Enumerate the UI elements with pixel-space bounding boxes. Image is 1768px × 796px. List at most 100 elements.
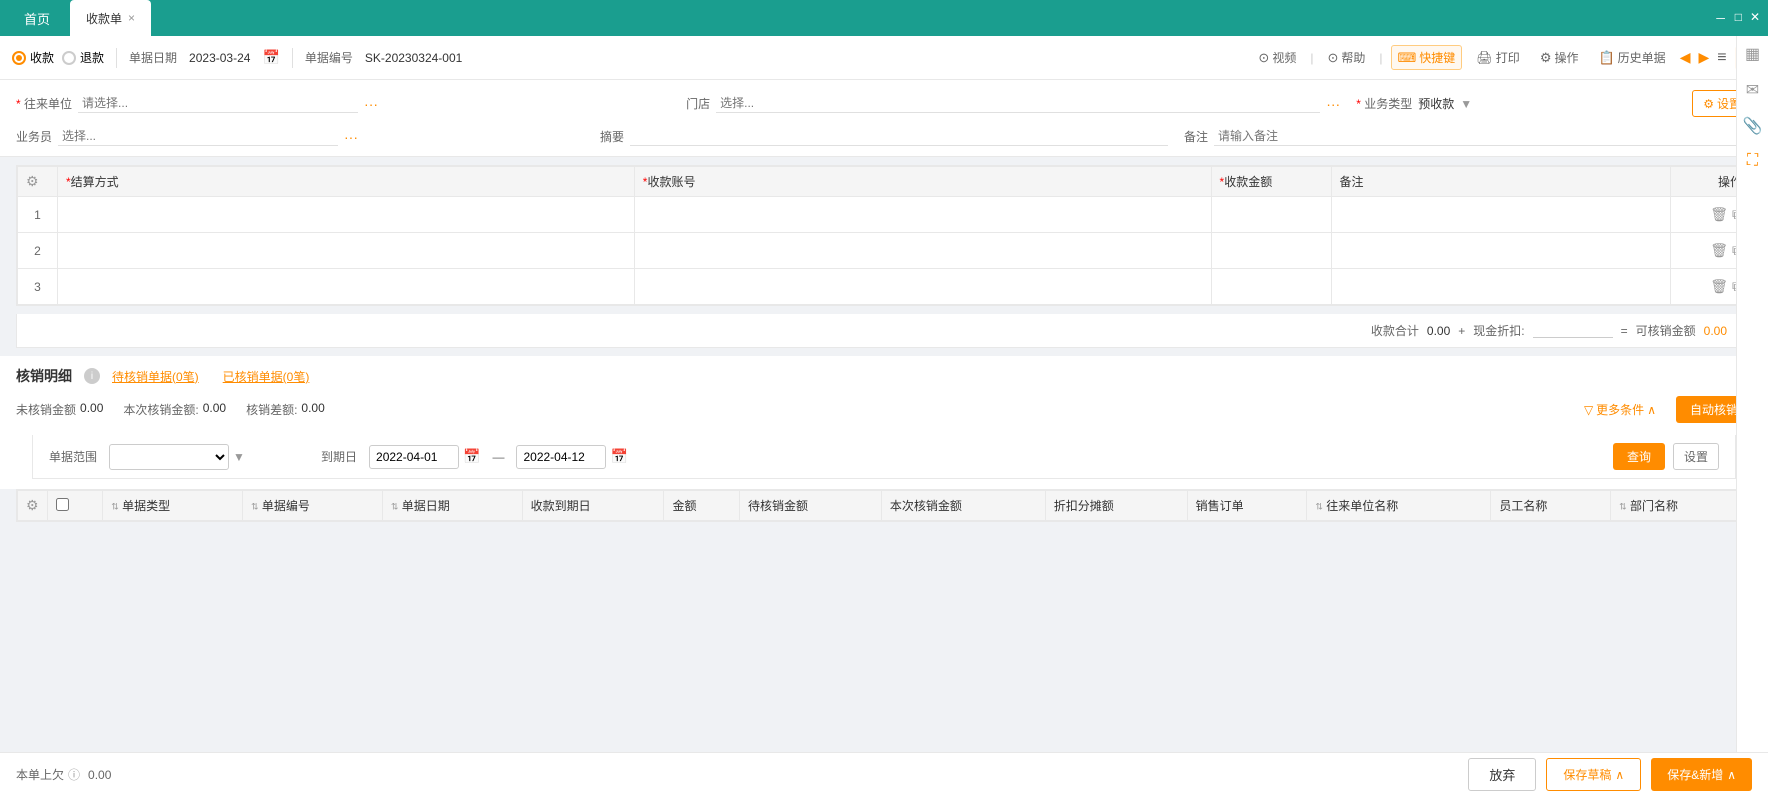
sort-arrows-1: ⇅	[111, 501, 119, 511]
tab-active[interactable]: 收款单 ×	[70, 0, 151, 36]
verify-settings-button[interactable]: 设置	[1673, 443, 1719, 470]
summary-field: 摘要	[600, 127, 1168, 146]
counterparty-more-icon[interactable]: ···	[364, 96, 378, 112]
row-2-delete-icon[interactable]: 🗑	[1710, 242, 1728, 259]
verify-section: 核销明细 i 待核销单据(0笔) 已核销单据(0笔) 未核销金额 0.00 本次…	[0, 356, 1768, 489]
refund-radio[interactable]: 退款	[62, 49, 104, 66]
remark-input[interactable]	[1214, 127, 1752, 146]
date-end-calendar-icon[interactable]: 📅	[610, 448, 627, 465]
staff-input[interactable]	[58, 127, 338, 146]
th-settlement: *结算方式	[58, 167, 635, 197]
remark-label: 备注	[1184, 128, 1208, 145]
diff-label: 核销差额:	[246, 401, 297, 418]
row-1-settlement[interactable]	[58, 197, 635, 233]
row-1-account[interactable]	[634, 197, 1211, 233]
date-end-input[interactable]	[516, 445, 606, 469]
save-new-button[interactable]: 保存&新增 ∧	[1651, 758, 1752, 791]
equals-sign: =	[1621, 324, 1628, 338]
row-1-remark[interactable]	[1331, 197, 1670, 233]
row-3-delete-icon[interactable]: 🗑	[1710, 278, 1728, 295]
operation-icon: ⚙	[1540, 50, 1552, 66]
history-icon: 📋	[1598, 50, 1614, 66]
discount-input[interactable]	[1533, 323, 1613, 338]
discard-button[interactable]: 放弃	[1468, 758, 1536, 791]
sidebar-mail-icon[interactable]: ✉	[1746, 80, 1759, 100]
row-3-settlement[interactable]	[58, 269, 635, 305]
sidebar-table-icon[interactable]: ▦	[1745, 44, 1760, 64]
discount-label: 现金折扣:	[1473, 322, 1524, 339]
pending-tab[interactable]: 待核销单据(0笔)	[112, 368, 199, 385]
th-amount-label: 收款金额	[1224, 175, 1272, 189]
verify-info-icon[interactable]: i	[84, 368, 100, 384]
row-3-account[interactable]	[634, 269, 1211, 305]
table-row: 2 🗑 ⧉	[18, 233, 1751, 269]
minimize-btn[interactable]: －	[1715, 10, 1727, 27]
row-2-remark[interactable]	[1331, 233, 1670, 269]
counterparty-input[interactable]	[78, 94, 358, 113]
save-draft-arrow-icon[interactable]: ∧	[1615, 768, 1624, 782]
form-row-2: 业务员 ··· 摘要 备注	[16, 127, 1752, 146]
date-calendar-icon[interactable]: 📅	[262, 49, 279, 66]
available-label: 可核销金额	[1636, 322, 1696, 339]
sidebar-expand-icon[interactable]: ⛶	[1747, 152, 1758, 170]
section-divider	[0, 348, 1768, 356]
store-more-icon[interactable]: ···	[1326, 96, 1340, 112]
table-gear-icon[interactable]: ⚙	[26, 173, 39, 189]
total-area: 收款合计 0.00 + 现金折扣: = 可核销金额 0.00	[16, 314, 1752, 348]
query-button[interactable]: 查询	[1613, 443, 1665, 470]
row-1-delete-icon[interactable]: 🗑	[1710, 206, 1728, 223]
date-start-input[interactable]	[369, 445, 459, 469]
shortcut-btn[interactable]: ⌨ 快捷键	[1391, 45, 1463, 70]
stat-diff: 核销差额: 0.00	[246, 401, 325, 418]
current-owe-value: 0.00	[88, 768, 111, 782]
store-input[interactable]	[716, 94, 1320, 113]
bottom-table-gear-icon[interactable]: ⚙	[26, 497, 39, 513]
nav-prev-icon[interactable]: ◀	[1680, 49, 1691, 66]
close-btn[interactable]: ✕	[1750, 10, 1760, 27]
business-type-arrow[interactable]: ▼	[1460, 97, 1472, 111]
row-2-account[interactable]	[634, 233, 1211, 269]
th-amount: *收款金额	[1211, 167, 1331, 197]
receipt-radio[interactable]: 收款	[12, 49, 54, 66]
table-row: 3 🗑 ⧉	[18, 269, 1751, 305]
staff-more-icon[interactable]: ···	[344, 129, 358, 145]
row-2-amount[interactable]	[1211, 233, 1331, 269]
more-conditions-btn[interactable]: ▽ 更多条件 ∧	[1584, 401, 1656, 418]
operation-btn[interactable]: ⚙ 操作	[1534, 46, 1585, 69]
select-all-checkbox[interactable]	[56, 498, 69, 511]
row-num-3: 3	[18, 269, 58, 305]
layout-icon[interactable]: ≡	[1717, 49, 1726, 67]
tab-close-icon[interactable]: ×	[128, 11, 135, 25]
right-sidebar: ▦ ✉ 📎 ⛶	[1736, 36, 1768, 752]
save-draft-button[interactable]: 保存草稿 ∧	[1546, 758, 1641, 791]
save-new-arrow-icon[interactable]: ∧	[1727, 768, 1736, 782]
print-btn[interactable]: 🖨 打印	[1470, 46, 1526, 69]
date-value[interactable]: 2023-03-24	[189, 51, 250, 65]
summary-input[interactable]	[630, 127, 1168, 146]
counterparty-field: 往来单位 ···	[16, 94, 670, 113]
refund-radio-dot	[62, 51, 76, 65]
range-select[interactable]	[109, 444, 229, 470]
maximize-btn[interactable]: □	[1735, 10, 1742, 27]
footer-left: 本单上欠 ⓘ 0.00	[16, 766, 111, 783]
number-value[interactable]: SK-20230324-001	[365, 51, 462, 65]
remark-field: 备注	[1184, 127, 1752, 146]
th-account-label: 收款账号	[647, 175, 695, 189]
help-btn[interactable]: ⊙ 帮助	[1321, 46, 1371, 69]
row-3-amount[interactable]	[1211, 269, 1331, 305]
current-value: 0.00	[203, 401, 226, 418]
row-num-1: 1	[18, 197, 58, 233]
done-tab[interactable]: 已核销单据(0笔)	[223, 368, 310, 385]
nav-next-icon[interactable]: ▶	[1698, 49, 1709, 66]
sidebar-clip-icon[interactable]: 📎	[1743, 116, 1763, 136]
date-start-calendar-icon[interactable]: 📅	[463, 448, 480, 465]
stat-unverified: 未核销金额 0.00	[16, 401, 103, 418]
current-owe-info-icon[interactable]: ⓘ	[68, 766, 80, 783]
row-1-amount[interactable]	[1211, 197, 1331, 233]
history-btn[interactable]: 📋 历史单据	[1592, 46, 1671, 69]
tab-home[interactable]: 首页	[8, 0, 66, 36]
bottom-table: ⚙ ⇅ 单据类型 ⇅ 单据编号 ⇅ 单据日期 收款到期日 金额 待核销金额 本次…	[16, 489, 1752, 522]
row-3-remark[interactable]	[1331, 269, 1670, 305]
row-2-settlement[interactable]	[58, 233, 635, 269]
video-btn[interactable]: ⊙ 视频	[1252, 46, 1302, 69]
